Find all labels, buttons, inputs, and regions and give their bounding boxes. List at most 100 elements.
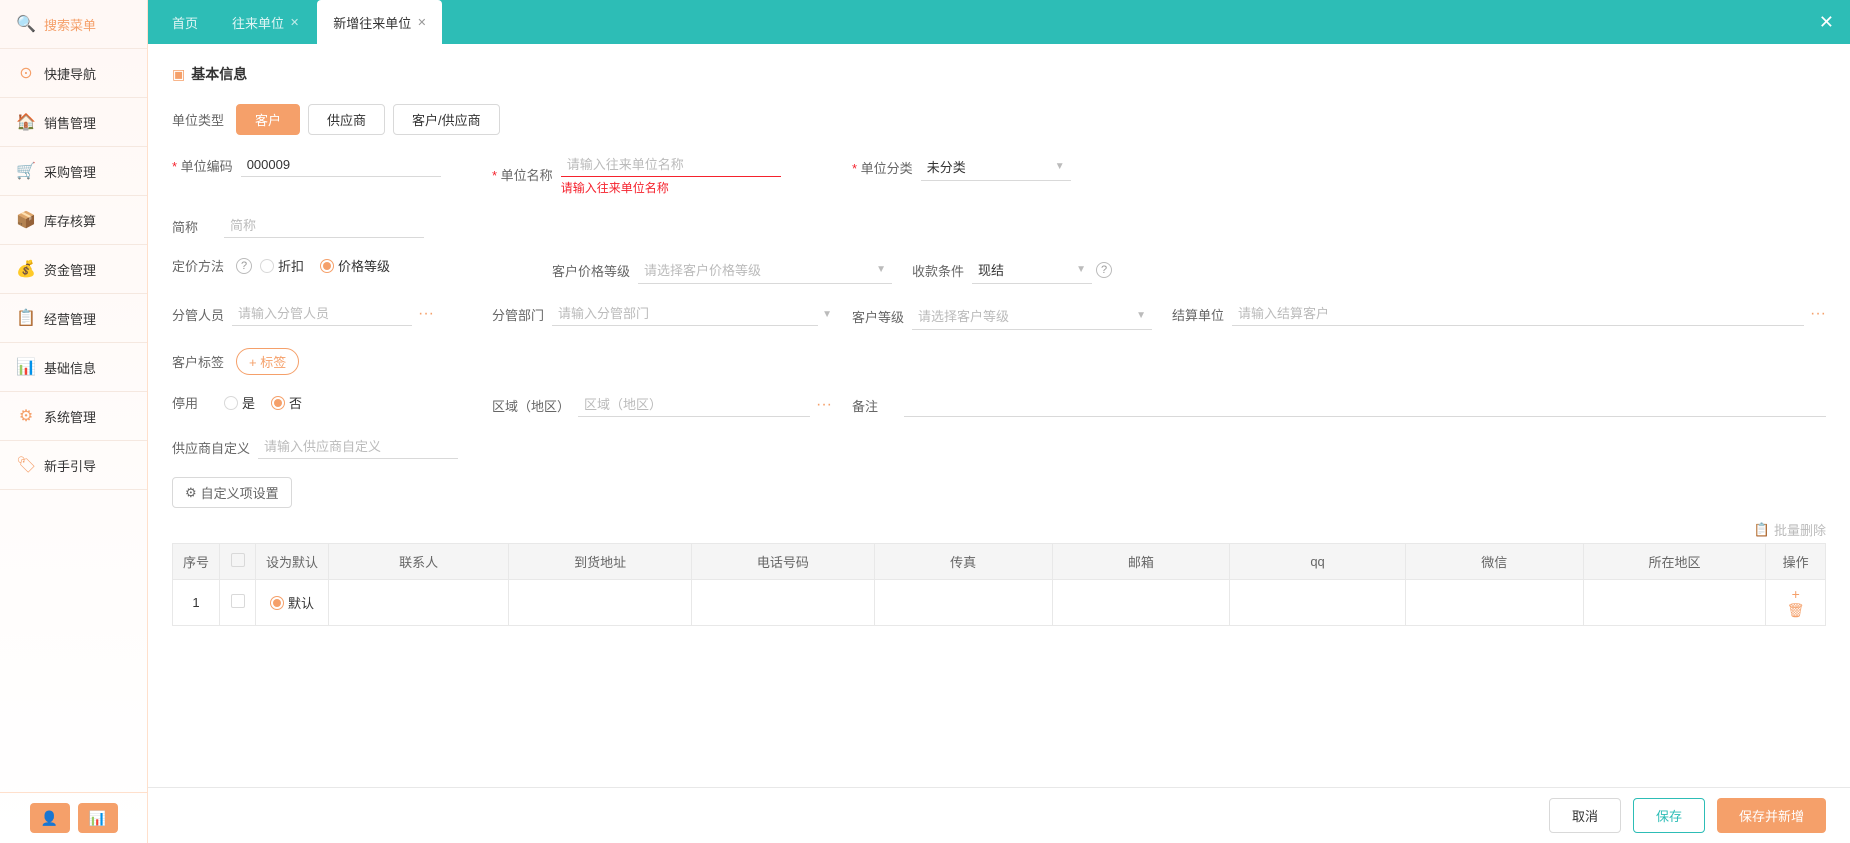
batch-delete-icon: 📋 — [1754, 522, 1770, 538]
unit-category-arrow: ▼ — [1055, 161, 1065, 172]
pricing-discount-radio[interactable]: 折扣 — [260, 256, 304, 275]
manager-input[interactable] — [232, 302, 412, 326]
search-icon: 🔍 — [16, 14, 36, 34]
discount-circle — [260, 259, 274, 273]
pricing-method-label: 定价方法 — [172, 256, 224, 275]
sidebar-item-sales[interactable]: 🏠 销售管理 — [0, 98, 147, 147]
row-phone-input[interactable] — [702, 591, 864, 615]
sidebar-item-label: 新手引导 — [44, 456, 96, 475]
supplier-custom-field: 供应商自定义 — [172, 435, 472, 459]
type-btn-both[interactable]: 客户/供应商 — [393, 104, 500, 135]
level-circle — [320, 259, 334, 273]
payment-condition-select[interactable]: 现结 ▼ — [972, 256, 1092, 284]
row-email-input[interactable] — [1063, 591, 1220, 615]
region-input[interactable] — [578, 393, 810, 417]
unit-category-field: 单位分类 未分类 ▼ — [852, 153, 1826, 181]
remark-field: 备注 — [852, 393, 1826, 417]
tab-home-label: 首页 — [172, 13, 198, 32]
tab-units-close[interactable]: ✕ — [290, 16, 299, 29]
sidebar-bottom-btn1[interactable]: 👤 — [30, 803, 70, 833]
row-fax-input[interactable] — [885, 591, 1042, 615]
tabbar: 首页 往来单位 ✕ 新增往来单位 ✕ ✕ — [148, 0, 1850, 44]
row-wechat-input[interactable] — [1416, 591, 1573, 615]
header-checkbox[interactable] — [231, 553, 245, 567]
col-wechat: 微信 — [1405, 544, 1583, 580]
customer-price-arrow: ▼ — [876, 264, 886, 275]
tab-units[interactable]: 往来单位 ✕ — [216, 0, 315, 44]
disable-no-label: 否 — [289, 393, 302, 412]
pricing-help-icon[interactable]: ? — [236, 258, 252, 274]
row-fax — [874, 580, 1052, 626]
col-fax: 传真 — [874, 544, 1052, 580]
type-btn-supplier[interactable]: 供应商 — [308, 104, 385, 135]
home-icon: ⊙ — [16, 63, 36, 83]
department-input[interactable] — [552, 302, 818, 326]
manager-more-btn[interactable]: ··· — [418, 305, 434, 323]
save-new-button[interactable]: 保存并新增 — [1717, 798, 1826, 833]
department-arrow: ▼ — [822, 309, 832, 320]
cancel-button[interactable]: 取消 — [1549, 798, 1621, 833]
sidebar-item-label: 基础信息 — [44, 358, 96, 377]
customer-price-field: 客户价格等级 请选择客户价格等级 ▼ — [552, 256, 892, 284]
disable-yes-radio[interactable]: 是 — [224, 393, 255, 412]
sidebar-item-operations[interactable]: 📋 经营管理 — [0, 294, 147, 343]
disable-no-radio[interactable]: 否 — [271, 393, 302, 412]
sidebar-item-system[interactable]: ⚙ 系统管理 — [0, 392, 147, 441]
pricing-level-radio[interactable]: 价格等级 — [320, 256, 390, 275]
tab-home[interactable]: 首页 — [156, 0, 214, 44]
type-buttons: 客户 供应商 客户/供应商 — [236, 104, 500, 135]
row-default-radio[interactable]: 默认 — [266, 593, 318, 612]
row-checkbox[interactable] — [231, 594, 245, 608]
type-btn-customer[interactable]: 客户 — [236, 104, 300, 135]
sidebar-bottom: 👤 📊 — [0, 792, 147, 843]
disable-region-row: 停用 是 否 区域（地区） ··· 备注 — [172, 393, 1826, 417]
sidebar-item-finance[interactable]: 💰 资金管理 — [0, 245, 147, 294]
sidebar-item-guide[interactable]: 🏷 新手引导 — [0, 441, 147, 490]
customer-level-placeholder: 请选择客户等级 — [918, 306, 1132, 325]
sidebar-bottom-btn2[interactable]: 📊 — [78, 803, 118, 833]
row-default-circle — [270, 596, 284, 610]
sidebar-item-purchase[interactable]: 🛒 采购管理 — [0, 147, 147, 196]
sidebar-item-inventory[interactable]: 📦 库存核算 — [0, 196, 147, 245]
payment-help-icon[interactable]: ? — [1096, 262, 1112, 278]
system-icon: ⚙ — [16, 406, 36, 426]
unit-code-input[interactable] — [241, 153, 441, 177]
settlement-unit-input[interactable] — [1232, 302, 1804, 326]
unit-category-select[interactable]: 未分类 ▼ — [921, 153, 1071, 181]
disable-label: 停用 — [172, 393, 198, 412]
section-icon: ▣ — [172, 66, 185, 83]
settlement-more-btn[interactable]: ··· — [1810, 305, 1826, 323]
supplier-custom-label: 供应商自定义 — [172, 438, 250, 457]
row-address-input[interactable] — [519, 591, 681, 615]
section-header: ▣ 基本信息 — [172, 64, 1826, 84]
remark-input[interactable] — [904, 393, 1826, 417]
col-action: 操作 — [1766, 544, 1826, 580]
sidebar-item-quicknav[interactable]: ⊙ 快捷导航 — [0, 49, 147, 98]
tab-new-unit-close[interactable]: ✕ — [417, 16, 426, 29]
tab-new-unit[interactable]: 新增往来单位 ✕ — [317, 0, 442, 44]
customer-level-select[interactable]: 请选择客户等级 ▼ — [912, 302, 1152, 330]
customer-price-select[interactable]: 请选择客户价格等级 ▼ — [638, 256, 892, 284]
short-name-input[interactable] — [224, 214, 424, 238]
pricing-method-field: 定价方法 ? 折扣 价格等级 — [172, 256, 532, 275]
sidebar-item-basic[interactable]: 📊 基础信息 — [0, 343, 147, 392]
row-phone — [692, 580, 875, 626]
row-add-button[interactable]: + — [1789, 586, 1803, 602]
row-qq-input[interactable] — [1240, 591, 1395, 615]
add-tag-button[interactable]: + 标签 — [236, 348, 299, 375]
supplier-custom-input[interactable] — [258, 435, 458, 459]
col-contact: 联系人 — [329, 544, 509, 580]
row-delete-button[interactable]: 🗑 — [1784, 602, 1808, 619]
batch-delete-label[interactable]: 批量删除 — [1774, 520, 1826, 539]
sidebar: 🔍 搜索菜单 ⊙ 快捷导航 🏠 销售管理 🛒 采购管理 📦 库存核算 💰 资金管… — [0, 0, 148, 843]
save-button[interactable]: 保存 — [1633, 798, 1705, 833]
sidebar-item-search[interactable]: 🔍 搜索菜单 — [0, 0, 147, 49]
custom-settings-label: 自定义项设置 — [201, 483, 279, 502]
region-more-btn[interactable]: ··· — [816, 396, 832, 414]
tabbar-close-icon[interactable]: ✕ — [1811, 12, 1842, 33]
row-contact-input[interactable] — [339, 591, 498, 615]
row-region-input[interactable] — [1594, 591, 1756, 615]
custom-settings-button[interactable]: ⚙ 自定义项设置 — [172, 477, 292, 508]
unit-name-input[interactable] — [561, 153, 781, 177]
row-email — [1052, 580, 1230, 626]
